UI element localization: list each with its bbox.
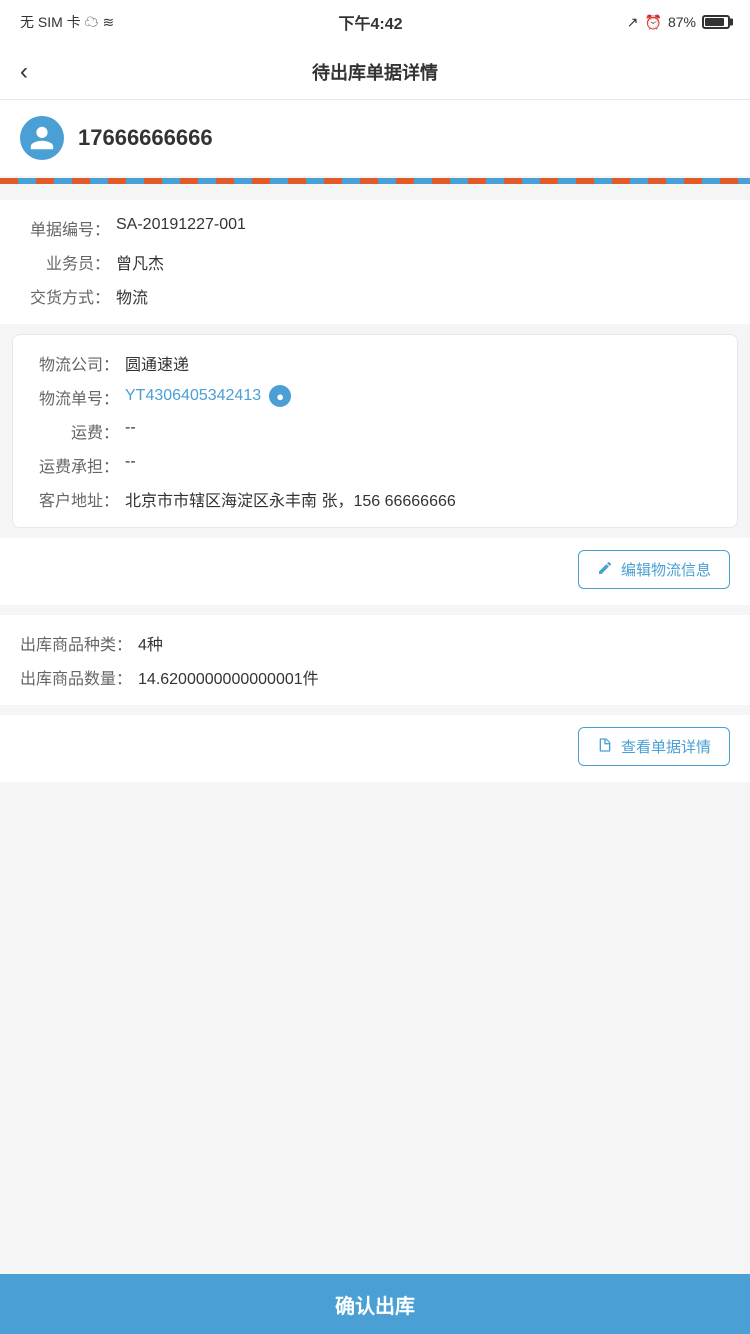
document-number-label: 单据编号： [20,216,110,240]
edit-icon [597,560,613,580]
map-pin-icon[interactable]: ● [269,385,291,407]
delivery-method-value: 物流 [110,284,730,308]
document-info-section: 单据编号： SA-20191227-001 业务员： 曾凡杰 交货方式： 物流 [0,200,750,324]
goods-section: 出库商品种类： 4种 出库商品数量： 14.6200000000000001件 [0,615,750,705]
customer-header: 17666666666 [0,100,750,176]
freight-value: -- [119,419,721,437]
edit-logistics-label: 编辑物流信息 [621,559,711,580]
goods-category-label: 出库商品种类： [20,631,132,655]
confirm-button-text: 确认出库 [335,1290,415,1319]
goods-category-row: 出库商品种类： 4种 [20,631,730,655]
logistics-company-row: 物流公司： 圆通速递 [29,351,721,375]
logistics-tracking-value: YT4306405342413 ● [119,385,721,407]
document-number-row: 单据编号： SA-20191227-001 [20,216,730,240]
sales-rep-row: 业务员： 曾凡杰 [20,250,730,274]
battery-fill [705,18,724,26]
freight-label: 运费： [29,419,119,443]
customer-address-label: 客户地址： [29,487,119,511]
location-icon: ↗ [627,14,639,31]
document-number-value: SA-20191227-001 [110,216,730,234]
edit-logistics-button[interactable]: 编辑物流信息 [578,550,730,589]
dashed-divider [0,178,750,184]
logistics-card: 物流公司： 圆通速递 物流单号： YT4306405342413 ● 运费： -… [12,334,738,528]
goods-quantity-value: 14.6200000000000001件 [132,665,319,689]
view-details-label: 查看单据详情 [621,736,711,757]
view-details-container: 查看单据详情 [0,715,750,782]
customer-phone: 17666666666 [78,125,213,151]
freight-bearer-row: 运费承担： -- [29,453,721,477]
back-button[interactable]: ‹ [20,58,28,86]
time-label: 下午4:42 [338,10,402,34]
status-right: ↗ ⏰ 87% [627,14,730,31]
logistics-company-value: 圆通速递 [119,351,721,375]
customer-address-row: 客户地址： 北京市市辖区海淀区永丰南 张，156 66666666 [29,487,721,511]
confirm-bar[interactable]: 确认出库 [0,1274,750,1334]
view-details-button[interactable]: 查看单据详情 [578,727,730,766]
freight-row: 运费： -- [29,419,721,443]
edit-button-container: 编辑物流信息 [0,538,750,605]
logistics-tracking-label: 物流单号： [29,385,119,409]
goods-quantity-label: 出库商品数量： [20,665,132,689]
goods-quantity-row: 出库商品数量： 14.6200000000000001件 [20,665,730,689]
battery-percent: 87% [668,14,696,30]
logistics-tracking-row: 物流单号： YT4306405342413 ● [29,385,721,409]
logistics-company-label: 物流公司： [29,351,119,375]
avatar [20,116,64,160]
sales-rep-label: 业务员： [20,250,110,274]
document-icon [597,737,613,757]
nav-bar: ‹ 待出库单据详情 [0,44,750,100]
delivery-method-row: 交货方式： 物流 [20,284,730,308]
status-bar: 无 SIM 卡 ☁ ≋ 下午4:42 ↗ ⏰ 87% [0,0,750,44]
freight-bearer-label: 运费承担： [29,453,119,477]
freight-bearer-value: -- [119,453,721,471]
page-title: 待出库单据详情 [312,59,438,85]
alarm-icon: ⏰ [645,14,662,31]
goods-category-value: 4种 [132,631,163,655]
battery-icon [702,15,730,29]
user-icon [28,124,56,152]
customer-address-value: 北京市市辖区海淀区永丰南 张，156 66666666 [119,487,721,511]
carrier-label: 无 SIM 卡 ☁ ≋ [20,12,114,32]
delivery-method-label: 交货方式： [20,284,110,308]
sales-rep-value: 曾凡杰 [110,250,730,274]
